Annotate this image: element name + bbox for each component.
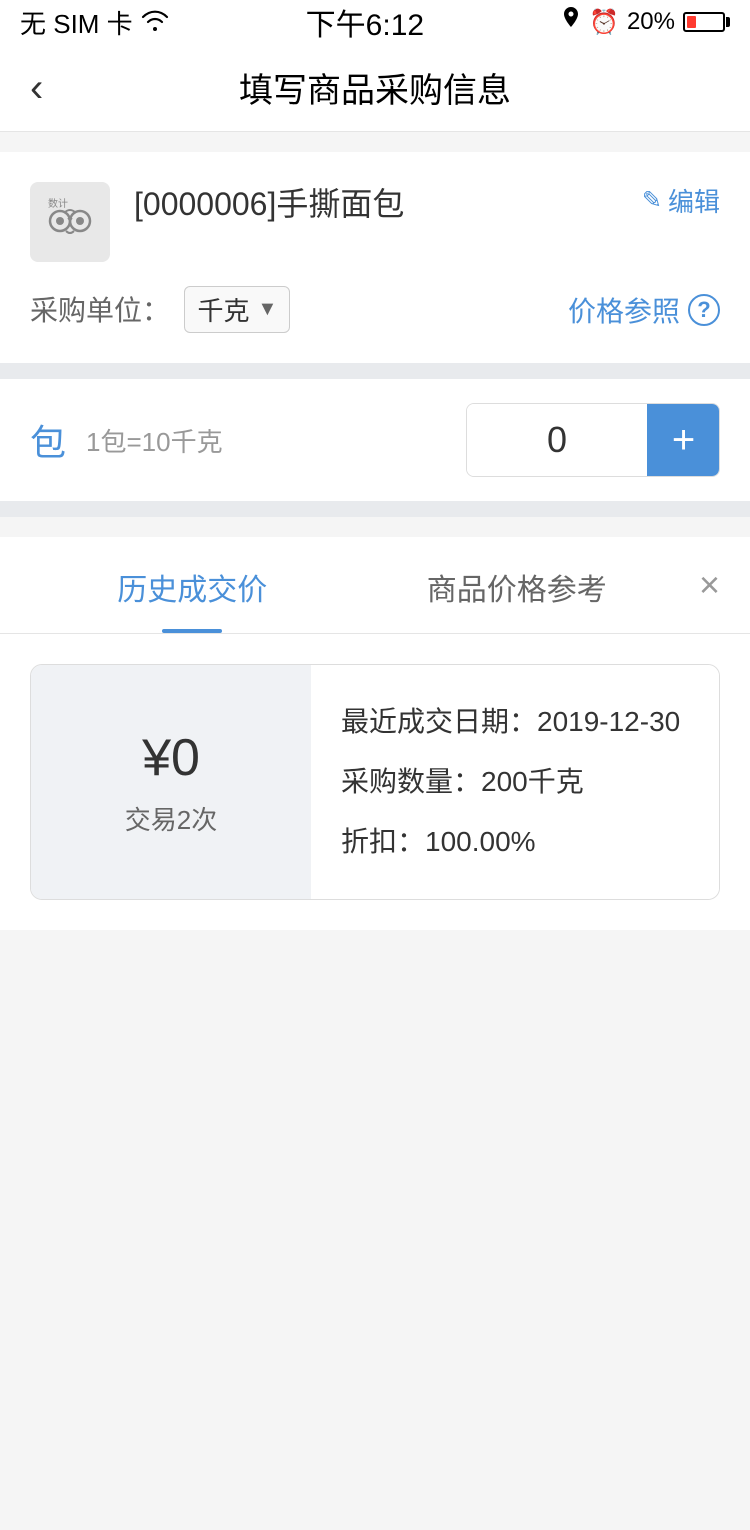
edit-button[interactable]: ✎ 编辑 bbox=[642, 182, 720, 219]
tab-product-price-ref[interactable]: 商品价格参考 bbox=[354, 537, 678, 633]
quantity-input-group: 0 + bbox=[466, 403, 720, 477]
quantity-plus-button[interactable]: + bbox=[647, 404, 719, 476]
footer-space bbox=[0, 930, 750, 1530]
status-bar: 无 SIM 卡 下午6:12 ⏰ 20% bbox=[0, 0, 750, 44]
unit-selector-group: 采购单位： 千克 ▼ bbox=[30, 286, 290, 333]
sim-status: 无 SIM 卡 bbox=[20, 4, 133, 41]
page-title: 填写商品采购信息 bbox=[239, 63, 511, 112]
quantity-unit-tag: 包 bbox=[30, 414, 66, 466]
svg-text:数计: 数计 bbox=[48, 197, 68, 210]
status-right: ⏰ 20% bbox=[561, 7, 730, 38]
product-card: 数计 [0000006]手撕面包 ✎ 编辑 采购单位： 千克 ▼ 价格参照 bbox=[0, 152, 750, 363]
alarm-icon: ⏰ bbox=[589, 8, 619, 37]
status-time: 下午6:12 bbox=[306, 0, 424, 44]
back-button[interactable]: ‹ bbox=[30, 68, 43, 108]
tabs-header: 历史成交价 商品价格参考 × bbox=[0, 537, 750, 634]
last-trade-date: 最近成交日期：2019-12-30 bbox=[341, 701, 689, 743]
quantity-input[interactable]: 0 bbox=[467, 404, 647, 476]
product-unit-row: 采购单位： 千克 ▼ 价格参照 ? bbox=[30, 286, 720, 333]
product-header: 数计 [0000006]手撕面包 ✎ 编辑 bbox=[30, 182, 720, 262]
battery-icon bbox=[683, 12, 730, 32]
tabs-section: 历史成交价 商品价格参考 × ¥0 交易2次 最近成交日期：2019-12-30… bbox=[0, 537, 750, 930]
product-image: 数计 bbox=[30, 182, 110, 262]
price-history-card: ¥0 交易2次 最近成交日期：2019-12-30 采购数量：200千克 折扣：… bbox=[30, 664, 720, 900]
purchase-quantity: 采购数量：200千克 bbox=[341, 761, 689, 803]
product-info: 数计 [0000006]手撕面包 bbox=[30, 182, 404, 262]
product-name-block: [0000006]手撕面包 bbox=[134, 182, 404, 227]
tab-history-price[interactable]: 历史成交价 bbox=[30, 537, 354, 633]
battery-percent: 20% bbox=[627, 8, 675, 36]
location-icon bbox=[561, 7, 581, 38]
discount: 折扣：100.00% bbox=[341, 821, 689, 863]
price-history-content: ¥0 交易2次 最近成交日期：2019-12-30 采购数量：200千克 折扣：… bbox=[0, 634, 750, 930]
nav-bar: ‹ 填写商品采购信息 bbox=[0, 44, 750, 132]
edit-icon: ✎ bbox=[642, 186, 662, 215]
unit-label: 采购单位： bbox=[30, 295, 170, 326]
quantity-row: 包 1包=10千克 0 + bbox=[0, 379, 750, 501]
price-card-right: 最近成交日期：2019-12-30 采购数量：200千克 折扣：100.00% bbox=[311, 665, 719, 899]
trade-count: 交易2次 bbox=[125, 800, 217, 837]
section-divider bbox=[0, 363, 750, 379]
help-icon: ? bbox=[688, 294, 720, 326]
unit-dropdown[interactable]: 千克 ▼ bbox=[184, 286, 290, 333]
tabs-close-button[interactable]: × bbox=[679, 544, 720, 626]
product-name: [0000006]手撕面包 bbox=[134, 186, 404, 222]
dropdown-arrow-icon: ▼ bbox=[257, 298, 277, 321]
price-ref-label: 价格参照 bbox=[568, 290, 680, 330]
price-amount: ¥0 bbox=[142, 728, 200, 788]
product-logo: 数计 bbox=[40, 193, 100, 252]
status-left: 无 SIM 卡 bbox=[20, 4, 169, 41]
unit-value: 千克 bbox=[197, 291, 249, 328]
unit-conversion-label: 1包=10千克 bbox=[86, 422, 446, 459]
price-reference-button[interactable]: 价格参照 ? bbox=[568, 290, 720, 330]
section-divider-2 bbox=[0, 501, 750, 517]
wifi-icon bbox=[141, 6, 169, 38]
price-card-left: ¥0 交易2次 bbox=[31, 665, 311, 899]
